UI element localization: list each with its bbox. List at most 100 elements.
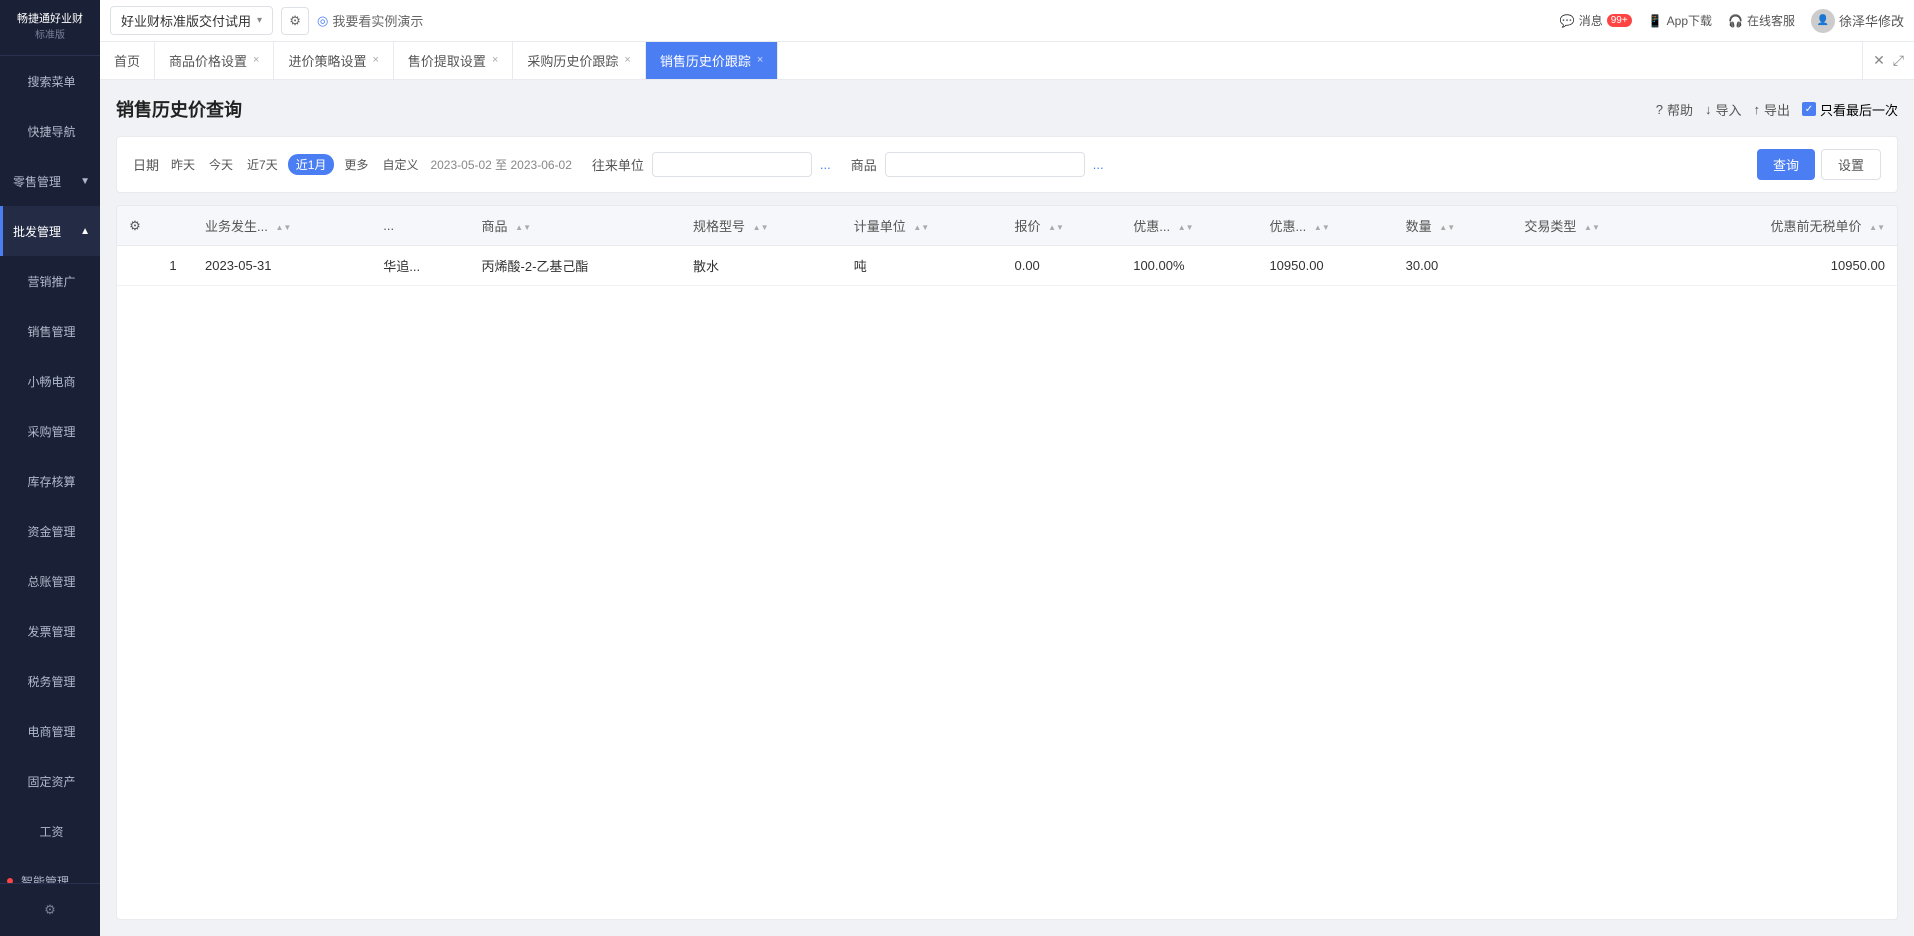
demo-button[interactable]: ◎ 我要看实例演示 [317, 11, 423, 30]
col-price[interactable]: 报价 ▲▼ [1002, 206, 1121, 246]
gear-icon: ⚙ [129, 218, 141, 233]
message-button[interactable]: 💬 消息 99+ [1560, 12, 1632, 29]
sidebar-item-ledger[interactable]: 总账管理 [0, 556, 100, 606]
col-settings[interactable]: ⚙ [117, 206, 153, 246]
sidebar-item-label: 工资 [39, 823, 63, 840]
sidebar-item-salary[interactable]: 工资 [0, 806, 100, 856]
sidebar-item-assets[interactable]: 固定资产 [0, 756, 100, 806]
col-spec[interactable]: 规格型号 ▲▼ [681, 206, 842, 246]
chevron-up-icon: ▲ [80, 226, 90, 237]
tab-home[interactable]: 首页 [100, 42, 155, 80]
message-badge: 99+ [1607, 14, 1632, 27]
col-trade-type[interactable]: 交易类型 ▲▼ [1512, 206, 1673, 246]
message-label: 消息 [1579, 12, 1603, 29]
date-option-yesterday[interactable]: 昨天 [167, 154, 199, 175]
sidebar-item-label: 税务管理 [27, 673, 75, 690]
settings-button[interactable]: 设置 [1821, 149, 1881, 180]
tab-purchase-strategy[interactable]: 进价策略设置 × [274, 42, 393, 80]
row-qty: 30.00 [1394, 246, 1513, 286]
sidebar-item-label: 固定资产 [27, 773, 75, 790]
col-pretax-price[interactable]: 优惠前无税单价 ▲▼ [1673, 206, 1897, 246]
sidebar-item-label: 库存核算 [27, 473, 75, 490]
sidebar-item-finance[interactable]: 资金管理 [0, 506, 100, 556]
tab-label: 首页 [114, 51, 140, 70]
row-pretax-price: 10950.00 [1673, 246, 1897, 286]
close-panel-button[interactable]: ✕ [1871, 50, 1887, 71]
sidebar-item-label: 总账管理 [27, 573, 75, 590]
col-date[interactable]: 业务发生... ▲▼ [193, 206, 371, 246]
col-qty[interactable]: 数量 ▲▼ [1394, 206, 1513, 246]
topbar-settings-button[interactable]: ⚙ [281, 7, 309, 35]
module-selector[interactable]: 好业财标准版交付试用 ▾ [110, 6, 273, 35]
sidebar-item-inventory[interactable]: 库存核算 [0, 456, 100, 506]
col-number [153, 206, 193, 246]
sidebar-item-label: 快捷导航 [27, 123, 75, 140]
sidebar-item-smart[interactable]: 智能管理 [0, 856, 100, 883]
app-download-button[interactable]: 📱 App下载 [1648, 12, 1712, 29]
online-service-button[interactable]: 🎧 在线客服 [1728, 12, 1795, 29]
import-button[interactable]: ↓ 导入 [1705, 100, 1742, 119]
col-discount1[interactable]: 优惠... ▲▼ [1121, 206, 1257, 246]
col-unit[interactable]: 计量单位 ▲▼ [842, 206, 1003, 246]
help-button[interactable]: ? 帮助 [1656, 100, 1693, 119]
tab-label: 进价策略设置 [288, 51, 366, 70]
avatar-icon: 👤 [1817, 15, 1829, 26]
sidebar-item-wholesale[interactable]: 批发管理 ▲ [0, 206, 100, 256]
sidebar-item-invoice[interactable]: 发票管理 [0, 606, 100, 656]
user-menu[interactable]: 👤 徐泽华修改 [1811, 9, 1904, 33]
col-product[interactable]: 商品 ▲▼ [470, 206, 681, 246]
tab-sales-history[interactable]: 销售历史价跟踪 × [646, 42, 778, 80]
date-range-display: 2023-05-02 至 2023-06-02 [430, 156, 571, 173]
close-icon[interactable]: × [372, 55, 378, 66]
close-icon[interactable]: × [492, 55, 498, 66]
sidebar-item-ecommerce-small[interactable]: 小畅电商 [0, 356, 100, 406]
date-option-today[interactable]: 今天 [205, 154, 237, 175]
user-name: 徐泽华修改 [1839, 11, 1904, 30]
tab-sale-extract[interactable]: 售价提取设置 × [394, 42, 513, 80]
export-label: 导出 [1764, 100, 1790, 119]
sidebar-item-quicknav[interactable]: 快捷导航 [0, 106, 100, 156]
page-actions: ? 帮助 ↓ 导入 ↑ 导出 ✓ 只看最后一次 [1656, 100, 1898, 119]
export-button[interactable]: ↑ 导出 [1753, 100, 1790, 119]
tab-purchase-history[interactable]: 采购历史价跟踪 × [513, 42, 645, 80]
maximize-panel-button[interactable]: ⤢ [1891, 50, 1906, 71]
sidebar-item-purchase[interactable]: 采购管理 [0, 406, 100, 456]
sidebar-item-label: 零售管理 [13, 173, 61, 190]
row-price: 0.00 [1002, 246, 1121, 286]
topbar: 好业财标准版交付试用 ▾ ⚙ ◎ 我要看实例演示 💬 消息 99+ 📱 App下… [100, 0, 1914, 42]
tab-panel-controls: ✕ ⤢ [1862, 42, 1914, 80]
close-icon[interactable]: × [757, 55, 763, 66]
row-discount2: 10950.00 [1257, 246, 1393, 286]
col-discount2[interactable]: 优惠... ▲▼ [1257, 206, 1393, 246]
supplier-input[interactable] [652, 152, 812, 177]
date-option-last1m[interactable]: 近1月 [288, 154, 335, 175]
col-unit-label: 计量单位 [854, 219, 906, 234]
supplier-label: 往来单位 [592, 155, 644, 174]
sidebar-item-ecommerce[interactable]: 电商管理 [0, 706, 100, 756]
row-settings [117, 246, 153, 286]
tab-product-price[interactable]: 商品价格设置 × [155, 42, 274, 80]
close-icon[interactable]: × [253, 55, 259, 66]
sidebar-item-search[interactable]: 搜索菜单 [0, 56, 100, 106]
search-button[interactable]: 查询 [1757, 149, 1815, 180]
product-input[interactable] [885, 152, 1085, 177]
product-dots-button[interactable]: ... [1093, 157, 1104, 172]
sidebar-item-label: 小畅电商 [27, 373, 75, 390]
sort-icon: ▲▼ [1178, 224, 1194, 232]
content-area: 销售历史价查询 ? 帮助 ↓ 导入 ↑ 导出 ✓ 只看最后一次 [100, 80, 1914, 936]
sidebar-item-label: 批发管理 [13, 223, 61, 240]
date-option-more[interactable]: 更多 [340, 154, 372, 175]
only-last-checkbox[interactable]: ✓ 只看最后一次 [1802, 100, 1898, 119]
supplier-dots-button[interactable]: ... [820, 157, 831, 172]
module-name: 好业财标准版交付试用 [121, 11, 251, 30]
close-icon[interactable]: × [624, 55, 630, 66]
col-more[interactable]: ... [371, 206, 469, 246]
sidebar-item-marketing[interactable]: 营销推广 [0, 256, 100, 306]
sidebar-item-retail[interactable]: 零售管理 ▼ [0, 156, 100, 206]
sidebar-settings-button[interactable]: ⚙ [0, 892, 100, 928]
app-download-label: App下载 [1667, 12, 1712, 29]
sidebar-item-tax[interactable]: 税务管理 [0, 656, 100, 706]
date-option-custom[interactable]: 自定义 [378, 154, 422, 175]
date-option-last7[interactable]: 近7天 [243, 154, 282, 175]
sidebar-item-sales[interactable]: 销售管理 [0, 306, 100, 356]
